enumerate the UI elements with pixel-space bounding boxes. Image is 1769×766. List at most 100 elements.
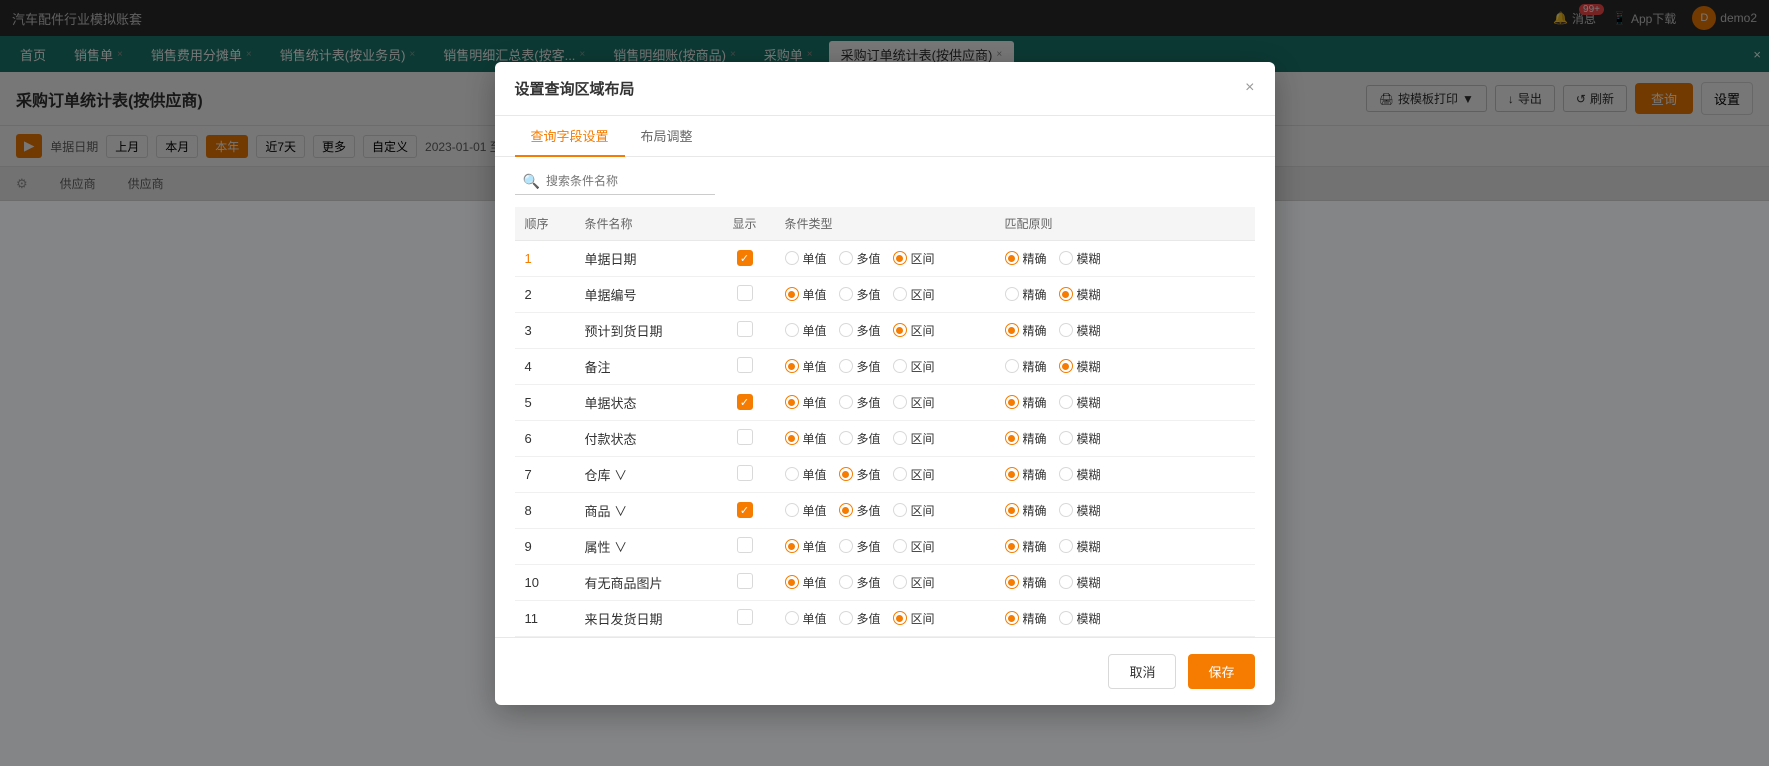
field-type-cell: 单值多值区间 [775,348,995,384]
type-radio-区间[interactable]: 区间 [893,502,935,519]
field-name: 备注 [575,348,715,384]
type-radio-单值[interactable]: 单值 [785,610,827,627]
field-type-cell: 单值多值区间 [775,420,995,456]
type-radio-区间[interactable]: 区间 [893,574,935,591]
match-radio-精确[interactable]: 精确 [1005,250,1047,267]
modal-title: 设置查询区域布局 [515,78,635,99]
type-radio-多值[interactable]: 多值 [839,574,881,591]
cancel-button[interactable]: 取消 [1108,654,1176,689]
type-radio-多值[interactable]: 多值 [839,610,881,627]
type-radio-多值[interactable]: 多值 [839,538,881,555]
table-row: 7仓库 ∨ 单值多值区间 精确模糊 [515,456,1255,492]
match-radio-模糊[interactable]: 模糊 [1059,574,1101,591]
match-radio-模糊[interactable]: 模糊 [1059,394,1101,411]
match-radio-精确[interactable]: 精确 [1005,358,1047,375]
type-radio-多值[interactable]: 多值 [839,322,881,339]
search-icon: 🔍 [523,173,540,190]
field-name: 单据日期 [575,240,715,276]
display-checkbox[interactable] [737,429,753,445]
field-order: 5 [515,384,575,420]
match-radio-模糊[interactable]: 模糊 [1059,250,1101,267]
field-type-cell: 单值多值区间 [775,276,995,312]
display-checkbox[interactable] [737,250,753,266]
display-checkbox[interactable] [737,502,753,518]
display-checkbox[interactable] [737,357,753,373]
table-row: 11来日发货日期单值多值区间精确模糊 [515,600,1255,636]
type-radio-多值[interactable]: 多值 [839,502,881,519]
match-radio-精确[interactable]: 精确 [1005,574,1047,591]
field-type-cell: 单值多值区间 [775,492,995,528]
type-radio-多值[interactable]: 多值 [839,286,881,303]
type-radio-单值[interactable]: 单值 [785,250,827,267]
match-radio-模糊[interactable]: 模糊 [1059,358,1101,375]
match-radio-精确[interactable]: 精确 [1005,430,1047,447]
match-radio-精确[interactable]: 精确 [1005,394,1047,411]
type-radio-单值[interactable]: 单值 [785,538,827,555]
field-order: 1 [515,240,575,276]
field-name: 仓库 ∨ [575,456,715,492]
field-name: 预计到货日期 [575,312,715,348]
tab-field-settings[interactable]: 查询字段设置 [515,116,625,157]
type-radio-多值[interactable]: 多值 [839,430,881,447]
match-radio-模糊[interactable]: 模糊 [1059,502,1101,519]
type-radio-区间[interactable]: 区间 [893,250,935,267]
field-match-cell: 精确模糊 [995,384,1255,420]
type-radio-多值[interactable]: 多值 [839,250,881,267]
type-radio-多值[interactable]: 多值 [839,466,881,483]
search-input[interactable] [546,174,696,188]
type-radio-单值[interactable]: 单值 [785,574,827,591]
tab-layout-adjust[interactable]: 布局调整 [625,116,709,157]
save-button[interactable]: 保存 [1188,654,1254,689]
type-radio-单值[interactable]: 单值 [785,358,827,375]
match-radio-模糊[interactable]: 模糊 [1059,286,1101,303]
match-radio-模糊[interactable]: 模糊 [1059,430,1101,447]
match-radio-精确[interactable]: 精确 [1005,610,1047,627]
display-checkbox[interactable] [737,537,753,553]
type-radio-单值[interactable]: 单值 [785,502,827,519]
field-order: 4 [515,348,575,384]
match-radio-精确[interactable]: 精确 [1005,322,1047,339]
type-radio-单值[interactable]: 单值 [785,286,827,303]
type-radio-区间[interactable]: 区间 [893,538,935,555]
modal-tabs: 查询字段设置 布局调整 [495,116,1275,157]
field-order: 11 [515,600,575,636]
type-radio-区间[interactable]: 区间 [893,466,935,483]
type-radio-区间[interactable]: 区间 [893,286,935,303]
type-radio-多值[interactable]: 多值 [839,358,881,375]
field-match-cell: 精确模糊 [995,348,1255,384]
field-match-cell: 精确模糊 [995,456,1255,492]
type-radio-区间[interactable]: 区间 [893,394,935,411]
type-radio-区间[interactable]: 区间 [893,430,935,447]
field-name: 属性 ∨ [575,528,715,564]
field-order: 10 [515,564,575,600]
match-radio-模糊[interactable]: 模糊 [1059,466,1101,483]
type-radio-区间[interactable]: 区间 [893,610,935,627]
display-checkbox[interactable] [737,609,753,625]
field-order: 7 [515,456,575,492]
display-checkbox[interactable] [737,465,753,481]
field-match-cell: 精确模糊 [995,528,1255,564]
type-radio-单值[interactable]: 单值 [785,322,827,339]
modal-close-button[interactable]: × [1245,79,1254,97]
display-checkbox[interactable] [737,285,753,301]
match-radio-精确[interactable]: 精确 [1005,502,1047,519]
display-checkbox[interactable] [737,321,753,337]
match-radio-模糊[interactable]: 模糊 [1059,610,1101,627]
match-radio-模糊[interactable]: 模糊 [1059,538,1101,555]
type-radio-单值[interactable]: 单值 [785,430,827,447]
field-match-cell: 精确模糊 [995,564,1255,600]
type-radio-区间[interactable]: 区间 [893,358,935,375]
type-radio-单值[interactable]: 单值 [785,466,827,483]
field-display-cell [715,420,775,456]
match-radio-精确[interactable]: 精确 [1005,286,1047,303]
table-row: 1单据日期 单值多值区间 精确模糊 [515,240,1255,276]
match-radio-精确[interactable]: 精确 [1005,538,1047,555]
field-match-cell: 精确模糊 [995,600,1255,636]
display-checkbox[interactable] [737,573,753,589]
type-radio-区间[interactable]: 区间 [893,322,935,339]
match-radio-模糊[interactable]: 模糊 [1059,322,1101,339]
type-radio-多值[interactable]: 多值 [839,394,881,411]
display-checkbox[interactable] [737,394,753,410]
match-radio-精确[interactable]: 精确 [1005,466,1047,483]
type-radio-单值[interactable]: 单值 [785,394,827,411]
